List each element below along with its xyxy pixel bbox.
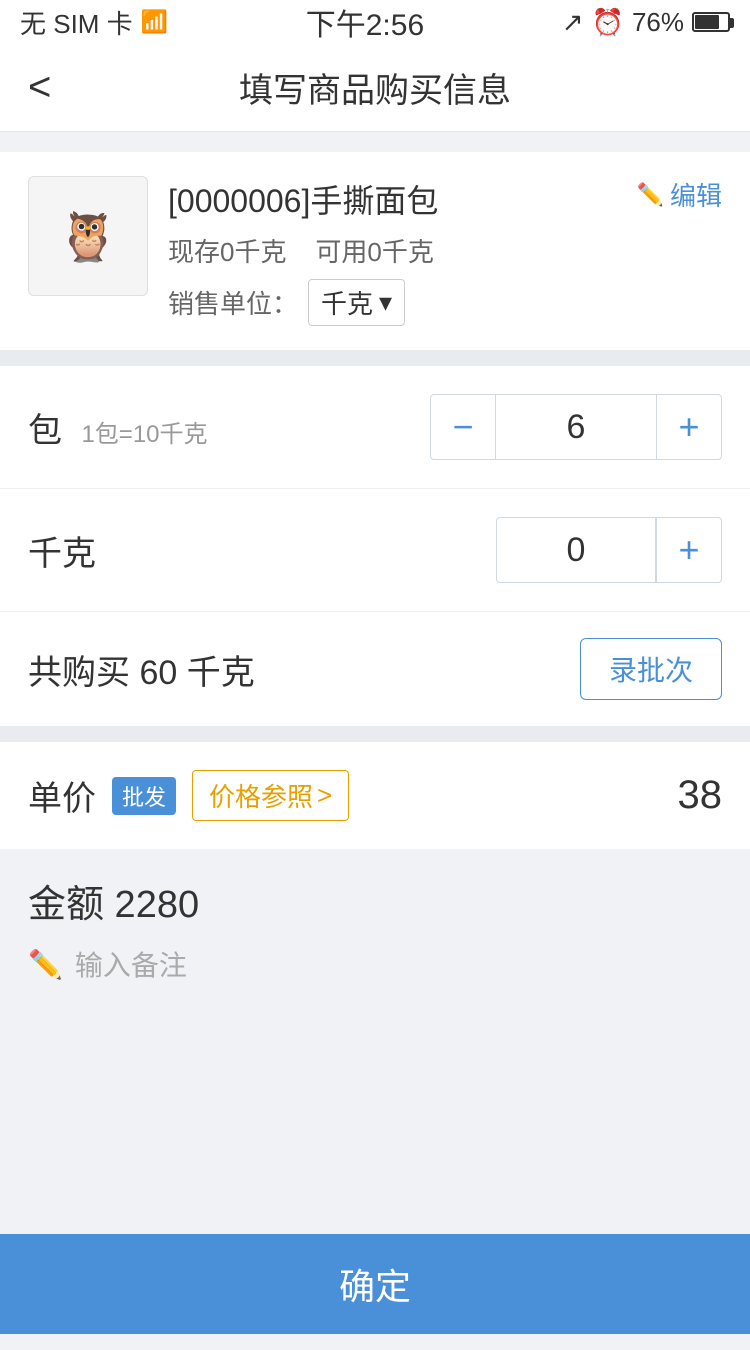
carrier-text: 无 SIM 卡 bbox=[20, 4, 133, 41]
back-button[interactable]: < bbox=[28, 65, 51, 110]
alarm-icon: ⏰ bbox=[592, 7, 624, 38]
bao-row: 包 1包=10千克 − + bbox=[0, 366, 750, 489]
stock-text: 现存0千克 bbox=[168, 237, 286, 267]
product-thumbnail: 🦉 bbox=[28, 176, 148, 296]
bao-input[interactable] bbox=[496, 394, 656, 460]
confirm-button-label: 确定 bbox=[339, 1258, 411, 1310]
divider-2 bbox=[0, 726, 750, 742]
edit-icon: ✏️ bbox=[637, 182, 664, 208]
status-bar: 无 SIM 卡 📶 下午2:56 ↗ ⏰ 76% bbox=[0, 0, 750, 44]
kg-row: 千克 + bbox=[0, 489, 750, 612]
price-section: 单价 批发 价格参照 > 38 bbox=[0, 742, 750, 849]
pencil-icon: ✏️ bbox=[28, 948, 63, 981]
unit-select[interactable]: 千克 ▾ bbox=[308, 279, 405, 326]
price-reference-button[interactable]: 价格参照 > bbox=[192, 770, 349, 821]
bao-increment-button[interactable]: + bbox=[656, 394, 722, 460]
wifi-icon: 📶 bbox=[141, 9, 168, 35]
kg-increment-button[interactable]: + bbox=[656, 517, 722, 583]
bao-hint: 1包=10千克 bbox=[81, 421, 207, 448]
available-text: 可用0千克 bbox=[315, 237, 433, 267]
nav-bar: < 填写商品购买信息 bbox=[0, 44, 750, 132]
kg-qty-control: + bbox=[496, 517, 722, 583]
battery-percent: 76% bbox=[632, 7, 684, 38]
edit-button[interactable]: ✏️ 编辑 bbox=[637, 176, 722, 213]
edit-label: 编辑 bbox=[670, 176, 722, 213]
amount-section: 金额 2280 ✏️ 输入备注 bbox=[0, 849, 750, 1000]
status-left: 无 SIM 卡 📶 bbox=[20, 4, 168, 41]
price-ref-label: 价格参照 bbox=[209, 777, 313, 814]
quantity-section: 包 1包=10千克 − + 千克 + bbox=[0, 366, 750, 612]
confirm-bar[interactable]: 确定 bbox=[0, 1234, 750, 1334]
chevron-down-icon: ▾ bbox=[379, 287, 392, 318]
bao-qty-control: − + bbox=[430, 394, 722, 460]
note-row[interactable]: ✏️ 输入备注 bbox=[28, 944, 722, 984]
product-stock: 现存0千克 可用0千克 bbox=[168, 232, 722, 269]
time-display: 下午2:56 bbox=[306, 0, 424, 44]
chevron-right-icon: > bbox=[317, 780, 332, 811]
battery-icon bbox=[692, 12, 730, 32]
page-title: 填写商品购买信息 bbox=[239, 63, 511, 112]
bao-label: 包 1包=10千克 bbox=[28, 403, 430, 452]
record-batch-button[interactable]: 录批次 bbox=[580, 638, 722, 700]
location-icon: ↗ bbox=[562, 7, 584, 38]
total-row: 共购买 60 千克 录批次 bbox=[0, 612, 750, 726]
kg-input[interactable] bbox=[496, 517, 656, 583]
status-right: ↗ ⏰ 76% bbox=[562, 7, 730, 38]
divider-1 bbox=[0, 350, 750, 366]
product-unit-row: 销售单位： 千克 ▾ bbox=[168, 279, 722, 326]
note-placeholder: 输入备注 bbox=[75, 944, 187, 984]
product-card: 🦉 [0000006]手撕面包 现存0千克 可用0千克 销售单位： 千克 ▾ ✏… bbox=[0, 152, 750, 350]
unit-label: 销售单位： bbox=[168, 284, 298, 321]
product-logo: 🦉 bbox=[58, 208, 118, 265]
unit-value: 千克 bbox=[321, 284, 373, 321]
amount-label: 金额 2280 bbox=[28, 873, 722, 928]
total-label: 共购买 60 千克 bbox=[28, 645, 255, 694]
bao-decrement-button[interactable]: − bbox=[430, 394, 496, 460]
price-label: 单价 bbox=[28, 771, 96, 820]
price-value: 38 bbox=[678, 773, 723, 818]
price-type-badge: 批发 bbox=[112, 777, 176, 815]
kg-label: 千克 bbox=[28, 526, 496, 575]
